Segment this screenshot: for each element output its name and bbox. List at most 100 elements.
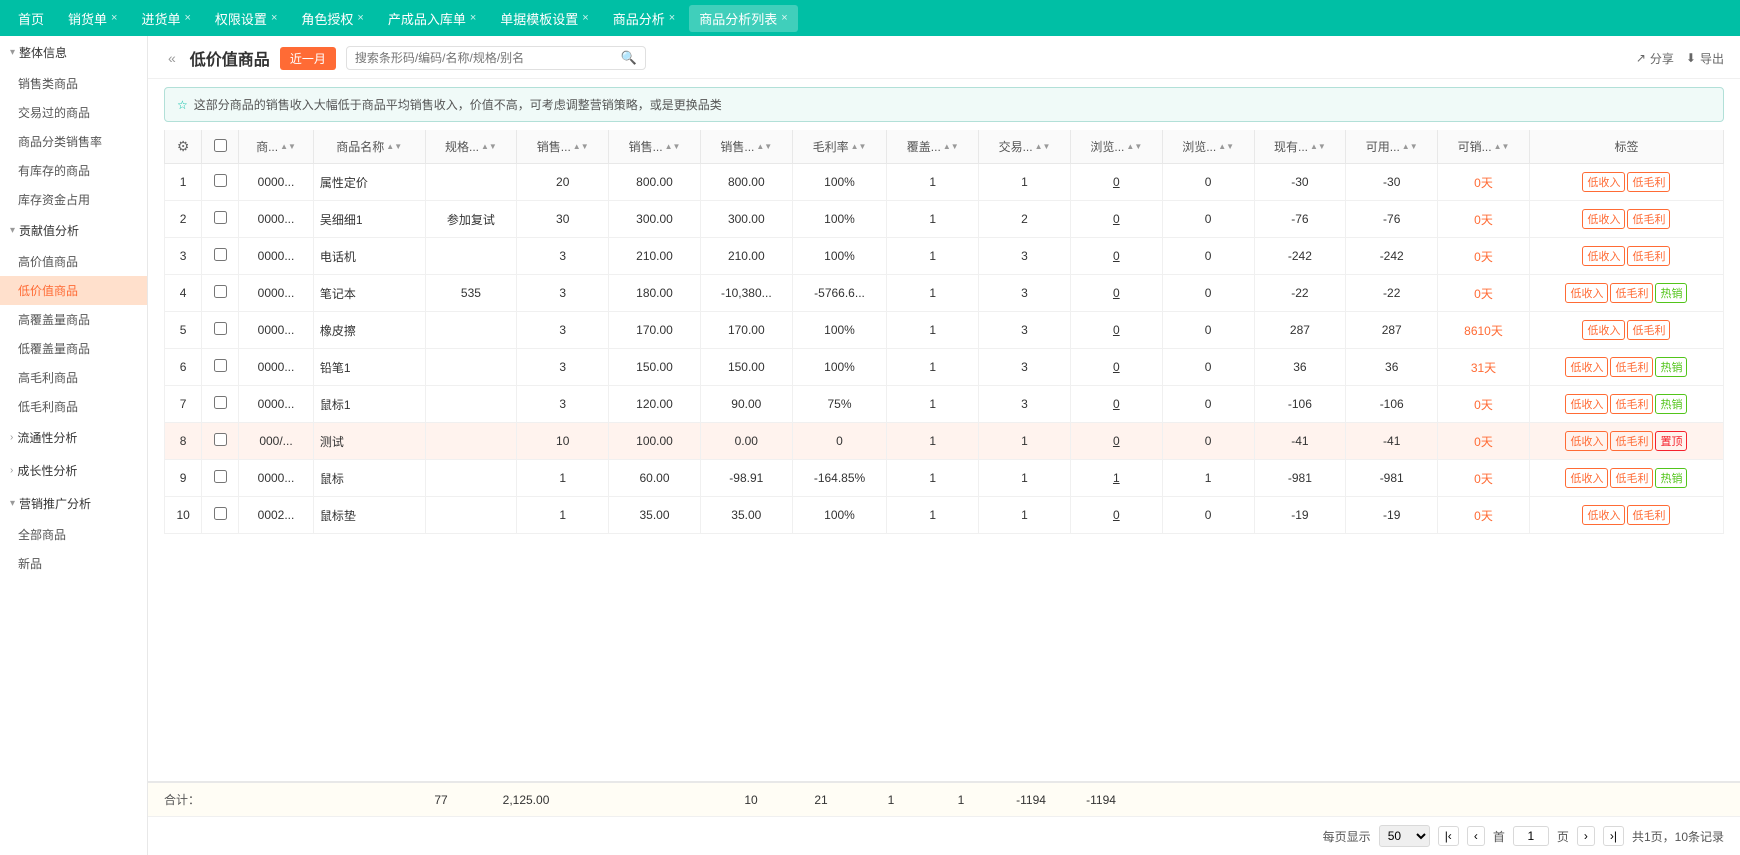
nav-close-permissions[interactable]: × bbox=[271, 12, 277, 24]
col-current-stock[interactable]: 现有...▲▼ bbox=[1254, 130, 1346, 164]
period-button[interactable]: 近一月 bbox=[280, 47, 336, 70]
col-name[interactable]: 商品名称▲▼ bbox=[313, 130, 425, 164]
search-icon[interactable]: 🔍 bbox=[621, 50, 637, 66]
cell-checkbox[interactable] bbox=[202, 349, 239, 386]
cell-checkbox[interactable] bbox=[202, 312, 239, 349]
nav-close-bill-template[interactable]: × bbox=[582, 12, 588, 24]
views1-link[interactable]: 0 bbox=[1113, 249, 1120, 263]
views1-link[interactable]: 0 bbox=[1113, 323, 1120, 337]
prev-page-btn[interactable]: ‹ bbox=[1467, 826, 1485, 846]
sidebar-item-sales-goods[interactable]: 销售类商品 bbox=[0, 69, 147, 98]
nav-sales-order[interactable]: 销货单 × bbox=[58, 5, 127, 32]
select-all-checkbox[interactable] bbox=[214, 139, 227, 152]
views1-link[interactable]: 0 bbox=[1113, 175, 1120, 189]
sidebar-item-stock-goods[interactable]: 有库存的商品 bbox=[0, 156, 147, 185]
cell-coverage: 1 bbox=[887, 386, 979, 423]
nav-purchase-order[interactable]: 进货单 × bbox=[131, 5, 200, 32]
cell-checkbox[interactable] bbox=[202, 164, 239, 201]
views1-link[interactable]: 0 bbox=[1113, 212, 1120, 226]
row-checkbox[interactable] bbox=[214, 211, 227, 224]
row-checkbox[interactable] bbox=[214, 322, 227, 335]
nav-close-purchase-order[interactable]: × bbox=[184, 12, 190, 24]
cell-sales-price: 180.00 bbox=[609, 275, 701, 312]
footer-views2: 1 bbox=[926, 793, 996, 807]
sidebar-item-stock-fund[interactable]: 库存资金占用 bbox=[0, 185, 147, 214]
sidebar-group-marketing[interactable]: ▾ 营销推广分析 bbox=[0, 487, 147, 520]
nav-close-role-auth[interactable]: × bbox=[357, 12, 363, 24]
nav-role-auth[interactable]: 角色授权 × bbox=[291, 5, 373, 32]
views1-link[interactable]: 1 bbox=[1113, 471, 1120, 485]
cell-checkbox[interactable] bbox=[202, 386, 239, 423]
col-code[interactable]: 商...▲▼ bbox=[239, 130, 314, 164]
cell-code: 0000... bbox=[239, 349, 314, 386]
views1-link[interactable]: 0 bbox=[1113, 434, 1120, 448]
sidebar-item-high-value[interactable]: 高价值商品 bbox=[0, 247, 147, 276]
col-available[interactable]: 可用...▲▼ bbox=[1346, 130, 1438, 164]
nav-close-product-analysis[interactable]: × bbox=[669, 12, 675, 24]
sidebar-group-growth[interactable]: › 成长性分析 bbox=[0, 454, 147, 487]
nav-close-product-analysis-list[interactable]: × bbox=[781, 12, 787, 24]
sidebar-group-circulation[interactable]: › 流通性分析 bbox=[0, 421, 147, 454]
row-checkbox[interactable] bbox=[214, 396, 227, 409]
sidebar-item-high-coverage[interactable]: 高覆盖量商品 bbox=[0, 305, 147, 334]
row-checkbox[interactable] bbox=[214, 248, 227, 261]
sidebar-item-low-margin[interactable]: 低毛利商品 bbox=[0, 392, 147, 421]
views1-link[interactable]: 0 bbox=[1113, 397, 1120, 411]
views1-link[interactable]: 0 bbox=[1113, 508, 1120, 522]
cell-checkbox[interactable] bbox=[202, 460, 239, 497]
sidebar-item-new-goods[interactable]: 新品 bbox=[0, 549, 147, 578]
row-checkbox[interactable] bbox=[214, 174, 227, 187]
col-transactions[interactable]: 交易...▲▼ bbox=[979, 130, 1071, 164]
col-sales-price[interactable]: 销售...▲▼ bbox=[609, 130, 701, 164]
collapse-sidebar-btn[interactable]: « bbox=[164, 48, 180, 68]
row-checkbox[interactable] bbox=[214, 507, 227, 520]
nav-product-analysis-list[interactable]: 商品分析列表 × bbox=[689, 5, 797, 32]
nav-product-inbound[interactable]: 产成品入库单 × bbox=[378, 5, 486, 32]
cell-views1: 0 bbox=[1070, 423, 1162, 460]
nav-bill-template[interactable]: 单据模板设置 × bbox=[490, 5, 598, 32]
cell-checkbox[interactable] bbox=[202, 238, 239, 275]
nav-close-product-inbound[interactable]: × bbox=[470, 12, 476, 24]
sidebar-item-low-coverage[interactable]: 低覆盖量商品 bbox=[0, 334, 147, 363]
views1-link[interactable]: 0 bbox=[1113, 286, 1120, 300]
page-input[interactable] bbox=[1513, 826, 1549, 846]
row-checkbox[interactable] bbox=[214, 359, 227, 372]
sidebar-item-all-goods[interactable]: 全部商品 bbox=[0, 520, 147, 549]
col-spec[interactable]: 规格...▲▼ bbox=[425, 130, 517, 164]
views1-link[interactable]: 0 bbox=[1113, 360, 1120, 374]
col-sales-cost[interactable]: 销售...▲▼ bbox=[700, 130, 792, 164]
next-page-btn[interactable]: › bbox=[1577, 826, 1595, 846]
sidebar-item-low-value[interactable]: 低价值商品 bbox=[0, 276, 147, 305]
footer-sales-qty: 77 bbox=[396, 793, 486, 807]
col-settings[interactable]: ⚙ bbox=[165, 130, 202, 164]
cell-checkbox[interactable] bbox=[202, 201, 239, 238]
col-views2[interactable]: 浏览...▲▼ bbox=[1162, 130, 1254, 164]
nav-home[interactable]: 首页 bbox=[8, 5, 54, 32]
settings-icon[interactable]: ⚙ bbox=[177, 138, 190, 154]
sidebar-group-overview[interactable]: ▾ 整体信息 bbox=[0, 36, 147, 69]
nav-permissions[interactable]: 权限设置 × bbox=[205, 5, 287, 32]
col-views1[interactable]: 浏览...▲▼ bbox=[1070, 130, 1162, 164]
col-saleable[interactable]: 可销...▲▼ bbox=[1438, 130, 1530, 164]
col-coverage[interactable]: 覆盖...▲▼ bbox=[887, 130, 979, 164]
nav-close-sales-order[interactable]: × bbox=[111, 12, 117, 24]
sidebar-item-high-margin[interactable]: 高毛利商品 bbox=[0, 363, 147, 392]
nav-product-analysis[interactable]: 商品分析 × bbox=[603, 5, 685, 32]
sidebar-group-contribution[interactable]: ▾ 贡献值分析 bbox=[0, 214, 147, 247]
row-checkbox[interactable] bbox=[214, 470, 227, 483]
sidebar-item-category-sales-rate[interactable]: 商品分类销售率 bbox=[0, 127, 147, 156]
share-button[interactable]: ↗ 分享 bbox=[1636, 50, 1674, 67]
row-checkbox[interactable] bbox=[214, 433, 227, 446]
cell-checkbox[interactable] bbox=[202, 497, 239, 534]
row-checkbox[interactable] bbox=[214, 285, 227, 298]
sidebar-item-traded-goods[interactable]: 交易过的商品 bbox=[0, 98, 147, 127]
cell-checkbox[interactable] bbox=[202, 275, 239, 312]
search-input[interactable] bbox=[355, 51, 615, 65]
cell-checkbox[interactable] bbox=[202, 423, 239, 460]
per-page-select[interactable]: 50 100 bbox=[1379, 825, 1430, 847]
last-page-btn[interactable]: ›| bbox=[1603, 826, 1624, 846]
first-page-btn[interactable]: |‹ bbox=[1438, 826, 1459, 846]
col-gross-margin[interactable]: 毛利率▲▼ bbox=[792, 130, 887, 164]
export-button[interactable]: ⬇ 导出 bbox=[1686, 50, 1724, 67]
col-sales-qty[interactable]: 销售...▲▼ bbox=[517, 130, 609, 164]
